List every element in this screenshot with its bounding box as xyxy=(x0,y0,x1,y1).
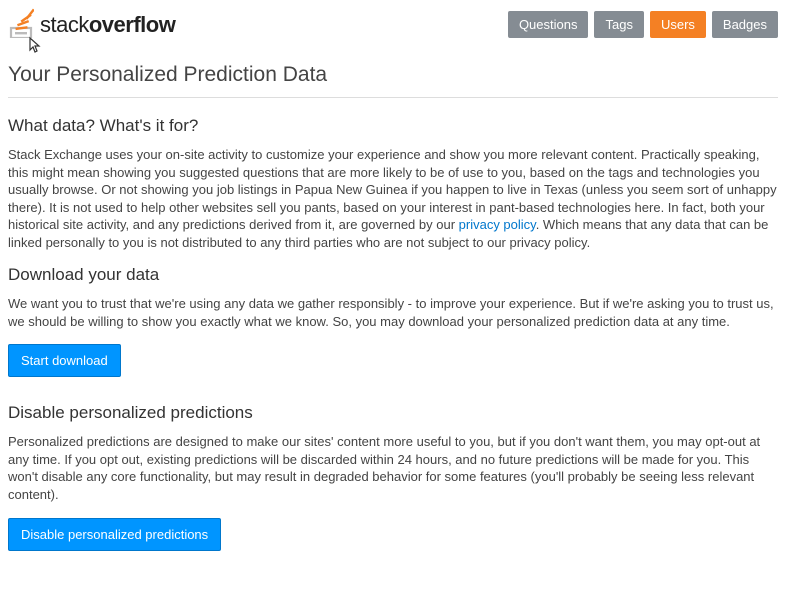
cursor-icon xyxy=(24,36,42,59)
start-download-button[interactable]: Start download xyxy=(8,344,121,377)
disable-predictions-button[interactable]: Disable personalized predictions xyxy=(8,518,221,551)
logo-text: stackoverflow xyxy=(40,12,175,38)
section-download: Download your data We want you to trust … xyxy=(8,265,778,397)
logo[interactable]: stackoverflow xyxy=(8,8,175,41)
body-text: Personalized predictions are designed to… xyxy=(8,433,778,503)
section-what-data: What data? What's it for? Stack Exchange… xyxy=(8,116,778,251)
divider xyxy=(8,97,778,98)
section-disable: Disable personalized predictions Persona… xyxy=(8,403,778,570)
section-title: Disable personalized predictions xyxy=(8,403,778,423)
nav-users[interactable]: Users xyxy=(650,11,706,38)
nav-tags[interactable]: Tags xyxy=(594,11,643,38)
header: stackoverflow Questions Tags Users Badge… xyxy=(8,8,778,41)
nav-badges[interactable]: Badges xyxy=(712,11,778,38)
body-text: Stack Exchange uses your on-site activit… xyxy=(8,146,778,251)
body-text: We want you to trust that we're using an… xyxy=(8,295,778,330)
privacy-policy-link[interactable]: privacy policy xyxy=(459,217,536,232)
section-title: Download your data xyxy=(8,265,778,285)
nav: Questions Tags Users Badges xyxy=(508,11,778,38)
page-title: Your Personalized Prediction Data xyxy=(8,63,778,87)
nav-questions[interactable]: Questions xyxy=(508,11,589,38)
section-title: What data? What's it for? xyxy=(8,116,778,136)
